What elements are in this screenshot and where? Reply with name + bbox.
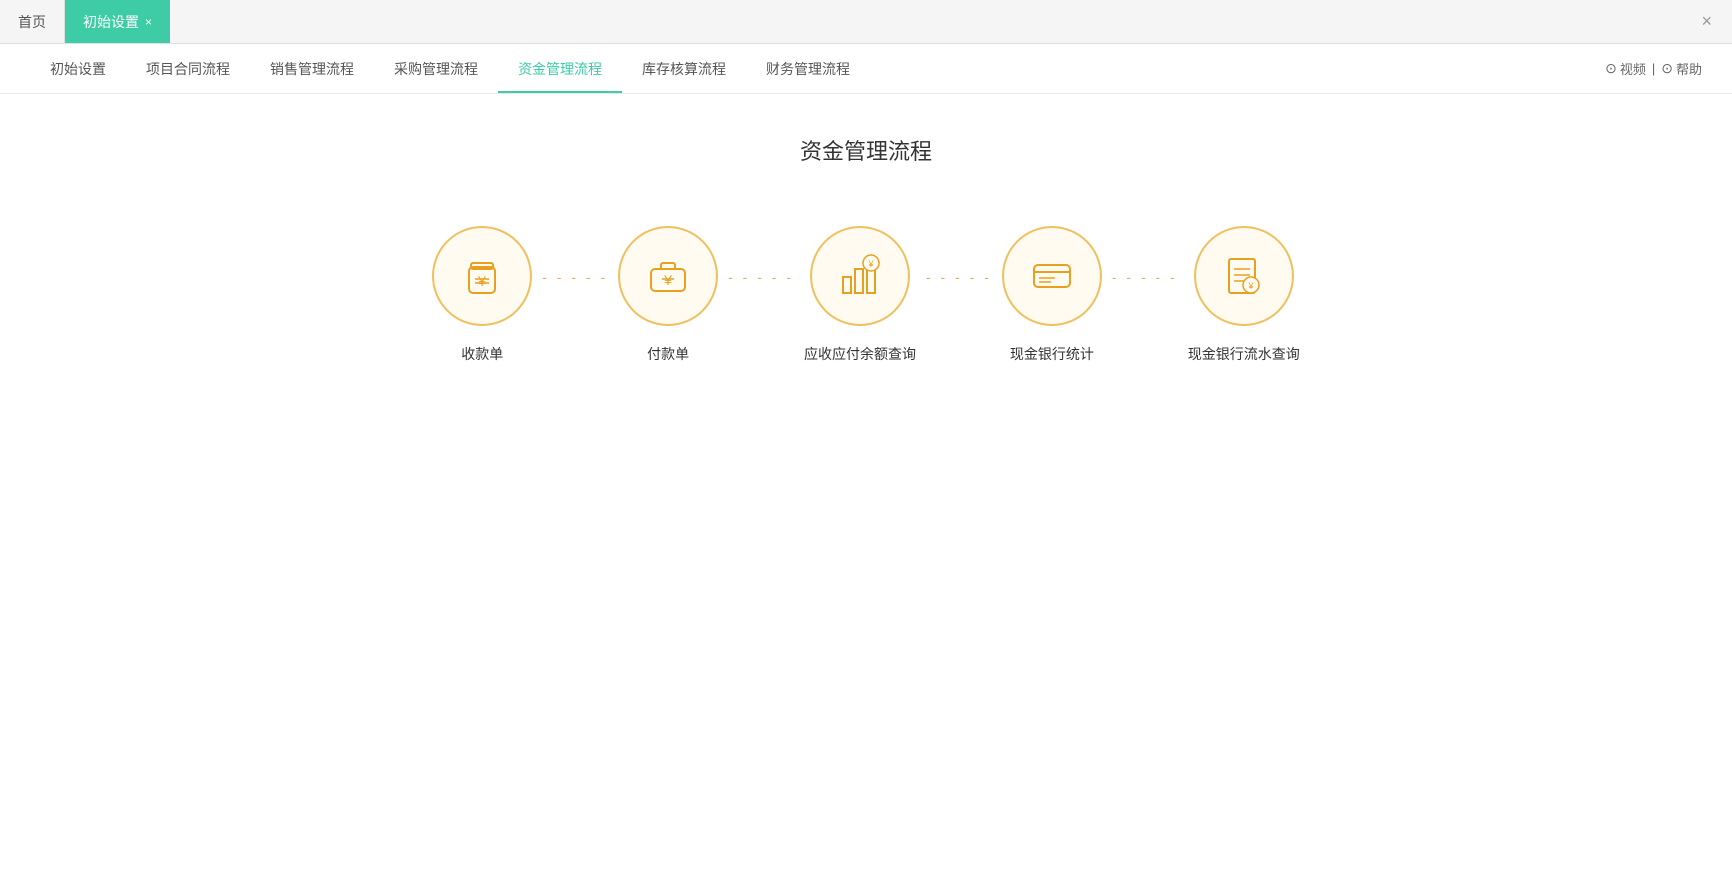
question-circle-icon: ⊙ [1661, 60, 1673, 77]
flow-arrow-1: - - - - - [532, 269, 618, 285]
nav-bar: 初始设置 项目合同流程 销售管理流程 采购管理流程 资金管理流程 库存核算流程 … [0, 44, 1732, 94]
flow-arrow-3: - - - - - [916, 269, 1002, 285]
nav-right-help: ⊙ 视频 | ⊙ 帮助 [1605, 59, 1702, 78]
flow-label-liushui: 现金银行流水查询 [1188, 344, 1300, 364]
flow-label-shoukuan: 收款单 [461, 344, 503, 364]
flow-arrow-2: - - - - - [718, 269, 804, 285]
chart-yen-icon: ¥ [833, 249, 887, 303]
flow-circle-yingshou: ¥ [810, 226, 910, 326]
flow-circle-fukuan: ¥ [618, 226, 718, 326]
main-content: 资金管理流程 ¥ 收款单 - - - - - [0, 94, 1732, 404]
report-yen-icon: ¥ [1217, 249, 1271, 303]
active-tab-label: 初始设置 [83, 12, 139, 32]
circle-play-icon: ⊙ [1605, 60, 1617, 77]
svg-text:¥: ¥ [663, 272, 672, 288]
briefcase-yen-icon: ¥ [641, 249, 695, 303]
flow-item-liushui[interactable]: ¥ 现金银行流水查询 [1188, 226, 1300, 364]
svg-text:¥: ¥ [867, 259, 874, 269]
top-bar: 首页 初始设置 × × [0, 0, 1732, 44]
receipt-yen-icon: ¥ [455, 249, 509, 303]
home-label: 首页 [18, 12, 46, 32]
top-right: × [1701, 11, 1732, 32]
bank-stats-icon [1025, 249, 1079, 303]
nav-item-kucun[interactable]: 库存核算流程 [622, 44, 746, 93]
flow-circle-shoukuan: ¥ [432, 226, 532, 326]
svg-text:¥: ¥ [1247, 281, 1254, 291]
window-close-button[interactable]: × [1701, 11, 1712, 32]
nav-item-xiangmu[interactable]: 项目合同流程 [126, 44, 250, 93]
help-link[interactable]: ⊙ 帮助 [1661, 59, 1702, 78]
tab-active[interactable]: 初始设置 × [65, 0, 170, 43]
flow-row: ¥ 收款单 - - - - - ¥ 付款单 [432, 226, 1300, 364]
flow-item-yingshou[interactable]: ¥ 应收应付余额查询 [804, 226, 916, 364]
flow-arrow-4: - - - - - [1102, 269, 1188, 285]
nav-item-xiaoshou[interactable]: 销售管理流程 [250, 44, 374, 93]
nav-item-caiwu[interactable]: 财务管理流程 [746, 44, 870, 93]
flow-item-shoukuan[interactable]: ¥ 收款单 [432, 226, 532, 364]
flow-circle-liushui: ¥ [1194, 226, 1294, 326]
tab-home[interactable]: 首页 [0, 0, 65, 43]
active-tab-close[interactable]: × [145, 15, 152, 29]
flow-item-fukuan[interactable]: ¥ 付款单 [618, 226, 718, 364]
svg-text:¥: ¥ [477, 273, 486, 289]
nav-item-caigou[interactable]: 采购管理流程 [374, 44, 498, 93]
flow-label-fukuan: 付款单 [647, 344, 689, 364]
flow-label-xianjin: 现金银行统计 [1010, 344, 1094, 364]
help-video-link[interactable]: ⊙ 视频 [1605, 59, 1646, 78]
flow-circle-xianjin [1002, 226, 1102, 326]
flow-item-xianjin[interactable]: 现金银行统计 [1002, 226, 1102, 364]
page-title: 资金管理流程 [800, 134, 932, 166]
nav-item-chushi[interactable]: 初始设置 [30, 44, 126, 93]
nav-item-zijin[interactable]: 资金管理流程 [498, 44, 622, 93]
flow-label-yingshou: 应收应付余额查询 [804, 344, 916, 364]
